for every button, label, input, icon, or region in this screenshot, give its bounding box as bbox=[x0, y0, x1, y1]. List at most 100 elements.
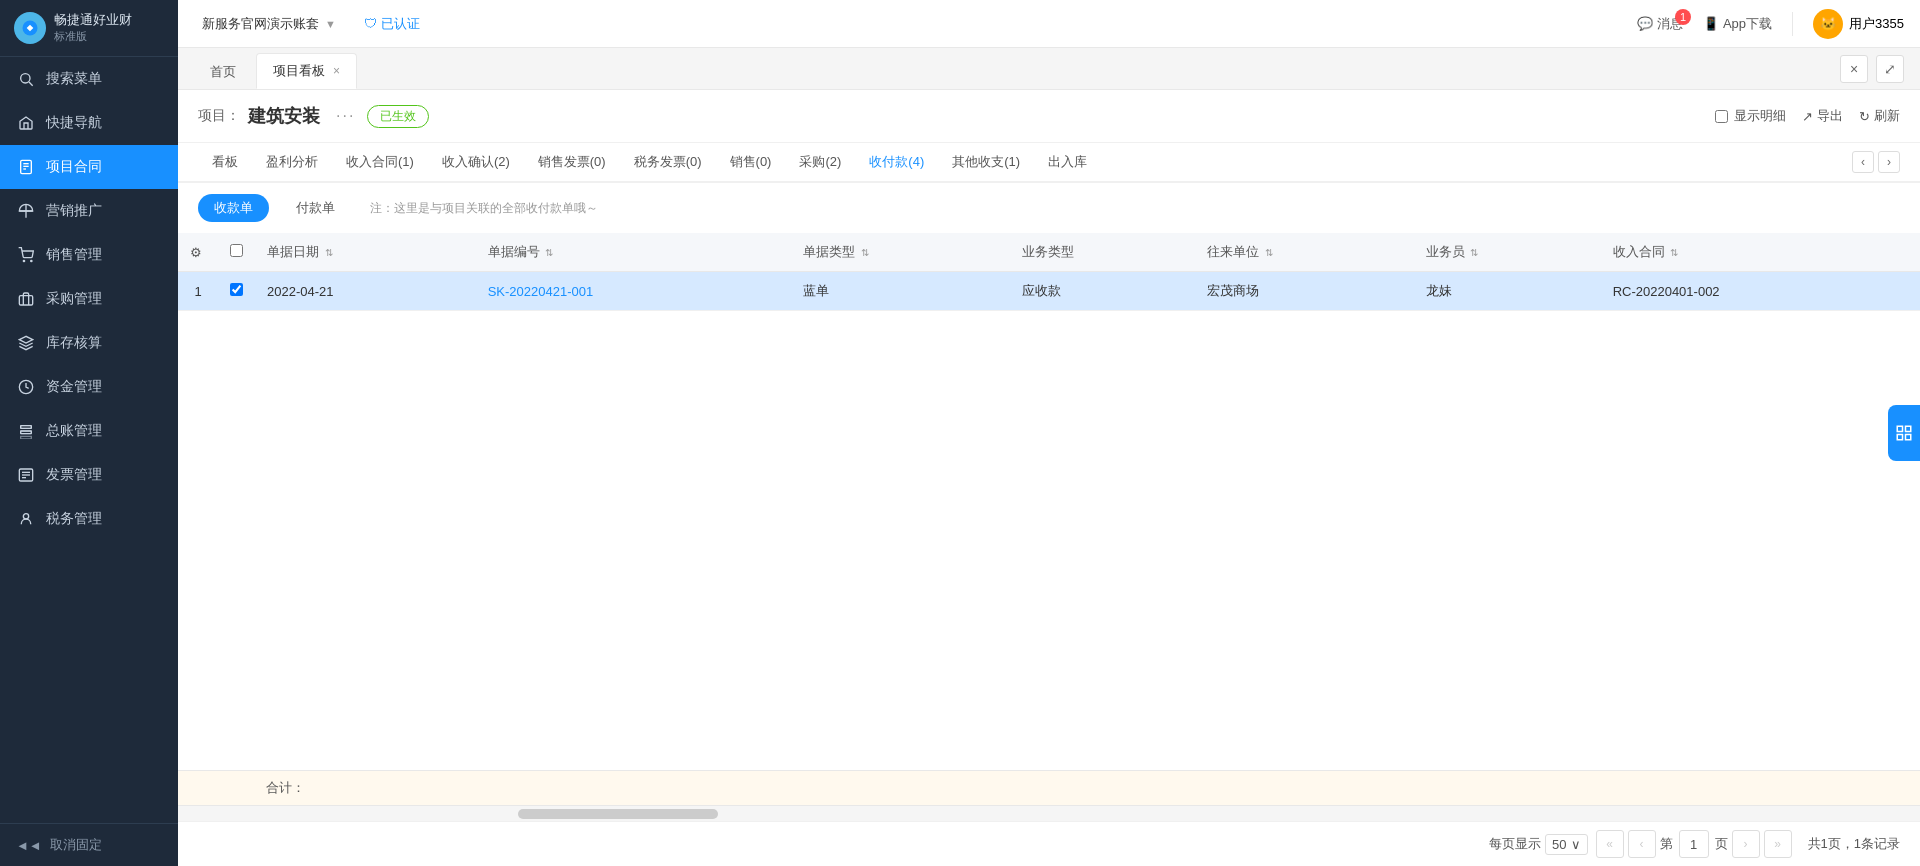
table-checkbox-header[interactable] bbox=[218, 233, 255, 272]
topbar: 新服务官网演示账套 ▼ 🛡 已认证 💬 消息 1 📱 App下载 🐱 用户335… bbox=[178, 0, 1920, 48]
tab-close-icon[interactable]: × bbox=[333, 64, 340, 78]
first-page-button[interactable]: « bbox=[1596, 830, 1624, 858]
table-settings-header[interactable]: ⚙ bbox=[178, 233, 218, 272]
sidebar-item-label: 总账管理 bbox=[46, 422, 102, 440]
subnav-item-purchase[interactable]: 采购(2) bbox=[785, 143, 855, 183]
subnav-item-income-contract[interactable]: 收入合同(1) bbox=[332, 143, 428, 183]
certified-badge: 🛡 已认证 bbox=[364, 15, 420, 33]
search-icon bbox=[16, 69, 36, 89]
table-row[interactable]: 1 2022-04-21 SK-20220421-001 蓝单 应收款 宏茂商场… bbox=[178, 272, 1920, 311]
sidebar-item-invoice[interactable]: 发票管理 bbox=[0, 453, 178, 497]
message-button[interactable]: 💬 消息 1 bbox=[1637, 15, 1683, 33]
prev-page-button[interactable]: ‹ bbox=[1628, 830, 1656, 858]
close-window-button[interactable]: × bbox=[1840, 55, 1868, 83]
col-salesman[interactable]: 业务员 ⇅ bbox=[1414, 233, 1601, 272]
sidebar-item-label: 资金管理 bbox=[46, 378, 102, 396]
last-page-button[interactable]: » bbox=[1764, 830, 1792, 858]
page-number[interactable]: 1 bbox=[1679, 830, 1709, 858]
filter-bar: 收款单 付款单 注：这里是与项目关联的全部收付款单哦～ bbox=[178, 183, 1920, 233]
row-partner: 宏茂商场 bbox=[1195, 272, 1414, 311]
sidebar-item-finance[interactable]: 资金管理 bbox=[0, 365, 178, 409]
floating-action-icon[interactable] bbox=[1888, 405, 1920, 461]
payment-order-filter[interactable]: 付款单 bbox=[279, 193, 352, 223]
subnav-item-sales-invoice[interactable]: 销售发票(0) bbox=[524, 143, 620, 183]
col-number[interactable]: 单据编号 ⇅ bbox=[476, 233, 792, 272]
sort-icon: ⇅ bbox=[545, 247, 553, 258]
sidebar-item-project-contract[interactable]: 项目合同 bbox=[0, 145, 178, 189]
tab-project-board[interactable]: 项目看板 × bbox=[256, 53, 357, 89]
col-biz-type: 业务类型 bbox=[1010, 233, 1195, 272]
page-size-label: 每页显示 bbox=[1489, 835, 1541, 853]
receipt-table: ⚙ 单据日期 ⇅ 单据编号 ⇅ 单据类型 bbox=[178, 233, 1920, 311]
row-date: 2022-04-21 bbox=[255, 272, 476, 311]
svg-line-2 bbox=[29, 82, 33, 86]
horizontal-scrollbar[interactable] bbox=[178, 805, 1920, 821]
sidebar-item-search[interactable]: 搜索菜单 bbox=[0, 57, 178, 101]
svg-rect-20 bbox=[1906, 426, 1911, 431]
sort-icon: ⇅ bbox=[1670, 247, 1678, 258]
sidebar-item-marketing[interactable]: 营销推广 bbox=[0, 189, 178, 233]
refresh-button[interactable]: ↻ 刷新 bbox=[1859, 107, 1900, 125]
subnav-item-receipt[interactable]: 收付款(4) bbox=[855, 143, 938, 183]
sidebar-item-label: 发票管理 bbox=[46, 466, 102, 484]
project-more-icon[interactable]: ··· bbox=[336, 107, 355, 125]
user-avatar: 🐱 bbox=[1813, 9, 1843, 39]
ledger-icon bbox=[16, 421, 36, 441]
col-date[interactable]: 单据日期 ⇅ bbox=[255, 233, 476, 272]
purchase-icon bbox=[16, 289, 36, 309]
tab-home[interactable]: 首页 bbox=[194, 55, 252, 89]
sidebar-item-sales[interactable]: 销售管理 bbox=[0, 233, 178, 277]
subnav-prev-arrow[interactable]: ‹ bbox=[1852, 151, 1874, 173]
sidebar-item-tax[interactable]: 税务管理 bbox=[0, 497, 178, 541]
tab-home-label: 首页 bbox=[210, 63, 236, 81]
app-download-label: App下载 bbox=[1723, 15, 1772, 33]
sidebar-item-label: 搜索菜单 bbox=[46, 70, 102, 88]
account-name: 新服务官网演示账套 bbox=[202, 15, 319, 33]
subnav-item-income-confirm[interactable]: 收入确认(2) bbox=[428, 143, 524, 183]
subnav: 看板 盈利分析 收入合同(1) 收入确认(2) 销售发票(0) 税务发票(0) … bbox=[178, 143, 1920, 183]
sidebar-footer-unpin[interactable]: ◄◄ 取消固定 bbox=[0, 823, 178, 866]
project-label: 项目： bbox=[198, 107, 240, 125]
show-detail-input[interactable] bbox=[1715, 110, 1728, 123]
show-detail-checkbox[interactable]: 显示明细 bbox=[1715, 107, 1786, 125]
message-icon: 💬 bbox=[1637, 16, 1653, 31]
page-size-select-box[interactable]: 50 ∨ bbox=[1545, 834, 1587, 855]
expand-window-button[interactable]: ⤢ bbox=[1876, 55, 1904, 83]
refresh-label: 刷新 bbox=[1874, 107, 1900, 125]
sidebar-item-inventory[interactable]: 库存核算 bbox=[0, 321, 178, 365]
tax-icon bbox=[16, 509, 36, 529]
sidebar-item-label: 快捷导航 bbox=[46, 114, 102, 132]
contract-icon bbox=[16, 157, 36, 177]
row-checkbox[interactable] bbox=[218, 272, 255, 311]
col-income-contract[interactable]: 收入合同 ⇅ bbox=[1601, 233, 1920, 272]
subnav-item-profit[interactable]: 盈利分析 bbox=[252, 143, 332, 183]
next-page-button[interactable]: › bbox=[1732, 830, 1760, 858]
svg-point-7 bbox=[23, 260, 24, 261]
sidebar-item-quick-nav[interactable]: 快捷导航 bbox=[0, 101, 178, 145]
subnav-item-inout[interactable]: 出入库 bbox=[1034, 143, 1101, 183]
subnav-item-tax-invoice[interactable]: 税务发票(0) bbox=[620, 143, 716, 183]
receipt-order-filter[interactable]: 收款单 bbox=[198, 194, 269, 222]
row-number-link[interactable]: SK-20220421-001 bbox=[488, 284, 594, 299]
select-all-checkbox[interactable] bbox=[230, 244, 243, 257]
row-number[interactable]: SK-20220421-001 bbox=[476, 272, 792, 311]
subnav-item-other-income[interactable]: 其他收支(1) bbox=[938, 143, 1034, 183]
sales-icon bbox=[16, 245, 36, 265]
user-area[interactable]: 🐱 用户3355 bbox=[1813, 9, 1904, 39]
col-type[interactable]: 单据类型 ⇅ bbox=[791, 233, 1010, 272]
sidebar-item-purchase[interactable]: 采购管理 bbox=[0, 277, 178, 321]
account-selector[interactable]: 新服务官网演示账套 ▼ bbox=[194, 11, 344, 37]
col-partner[interactable]: 往来单位 ⇅ bbox=[1195, 233, 1414, 272]
sidebar-item-ledger[interactable]: 总账管理 bbox=[0, 409, 178, 453]
subnav-next-arrow[interactable]: › bbox=[1878, 151, 1900, 173]
scroll-thumb[interactable] bbox=[518, 809, 718, 819]
certified-label: 已认证 bbox=[381, 15, 420, 33]
subnav-item-kanban[interactable]: 看板 bbox=[198, 143, 252, 183]
svg-point-1 bbox=[21, 74, 30, 83]
app-download-button[interactable]: 📱 App下载 bbox=[1703, 15, 1772, 33]
export-button[interactable]: ↗ 导出 bbox=[1802, 107, 1843, 125]
sort-icon: ⇅ bbox=[861, 247, 869, 258]
row-income-contract: RC-20220401-002 bbox=[1601, 272, 1920, 311]
tabbar: 首页 项目看板 × × ⤢ bbox=[178, 48, 1920, 90]
subnav-item-sales[interactable]: 销售(0) bbox=[716, 143, 786, 183]
